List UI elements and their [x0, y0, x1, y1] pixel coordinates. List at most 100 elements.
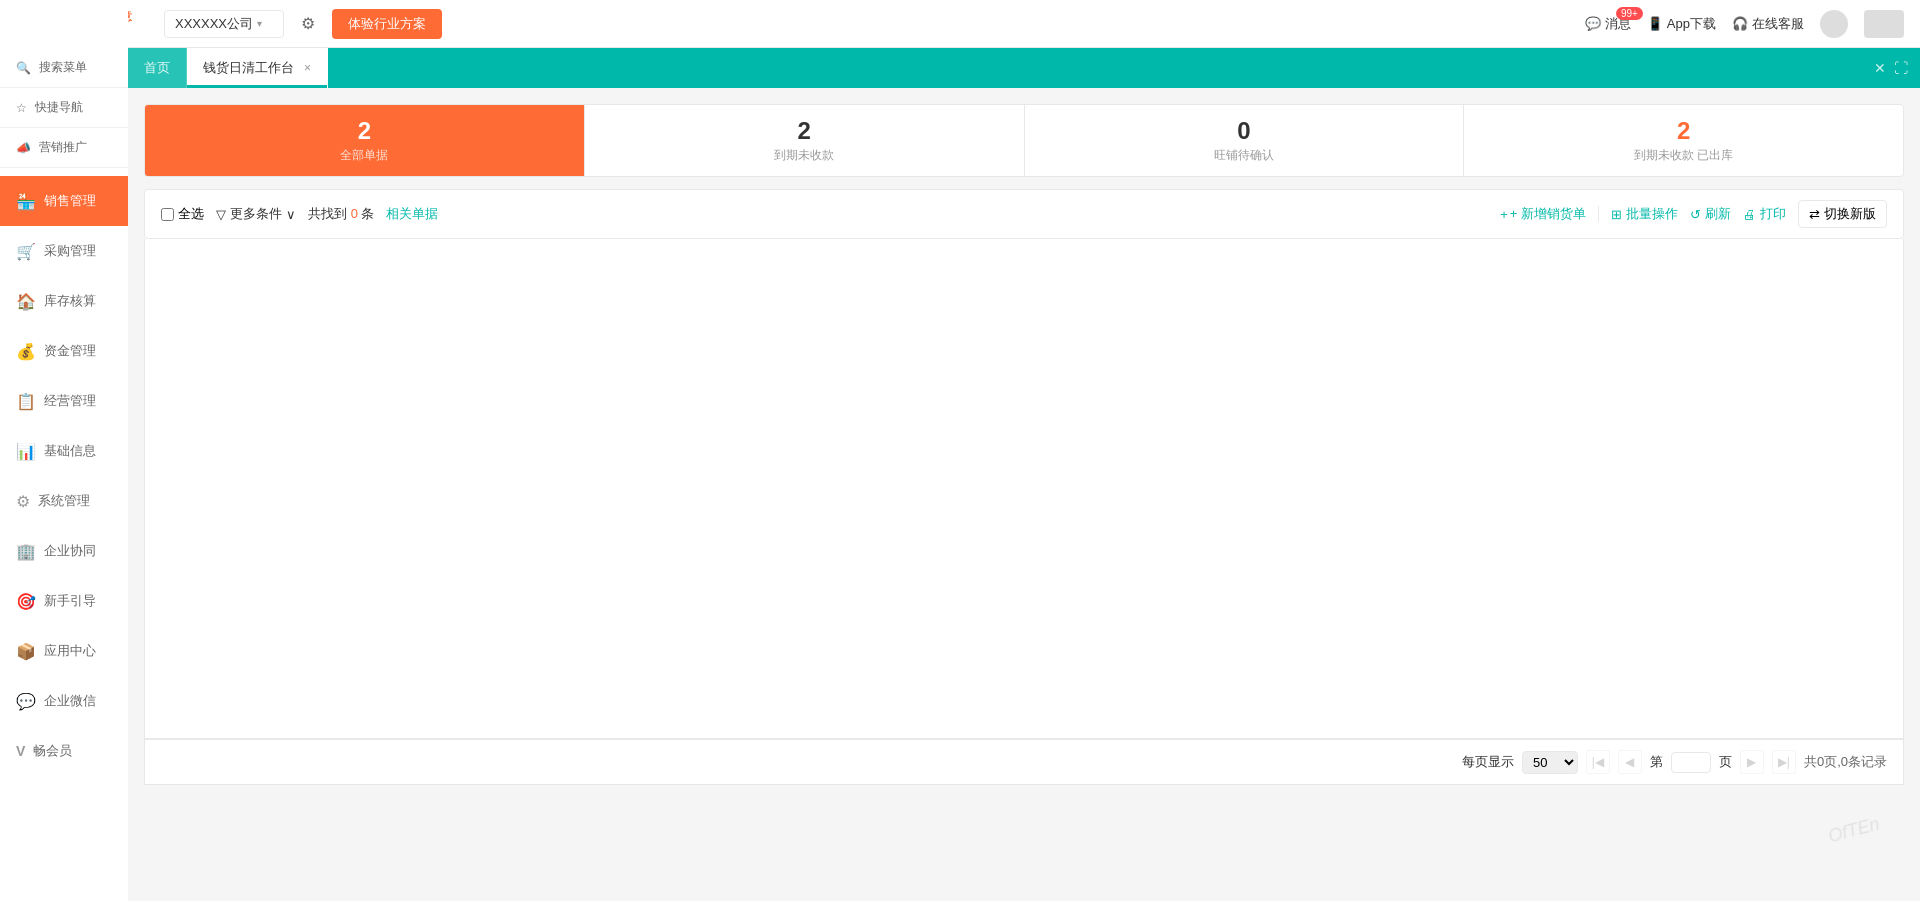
- company-name: XXXXXX公司: [175, 15, 253, 33]
- sidebar-item-system[interactable]: ⚙ 系统管理: [0, 476, 128, 526]
- stat-label-overdue: 到期未收款: [605, 147, 1004, 164]
- sidebar-item-wechat[interactable]: 💬 企业微信: [0, 676, 128, 726]
- purchase-icon: 🛒: [16, 242, 36, 261]
- sidebar-item-inventory[interactable]: 🏠 库存核算: [0, 276, 128, 326]
- add-sale-button[interactable]: + + 新增销货单: [1500, 205, 1586, 223]
- tab-progress-bar: [187, 85, 327, 88]
- operation-icon: 📋: [16, 392, 36, 411]
- member-icon: V: [16, 743, 25, 759]
- related-link[interactable]: 相关单据: [386, 205, 438, 223]
- filter-icon: ▽: [216, 207, 226, 222]
- system-icon: ⚙: [16, 492, 30, 511]
- online-service-action[interactable]: 🎧 在线客服: [1732, 15, 1804, 33]
- tab-bar: 首页 钱货日清工作台 × ✕ ⛶: [128, 48, 1920, 88]
- stats-row: 2 全部单据 2 到期未收款 0 旺铺待确认 2 到期未收款 已出库: [144, 104, 1904, 177]
- marketing-item[interactable]: 📣 营销推广: [0, 128, 128, 168]
- switch-icon: ⇄: [1809, 207, 1820, 222]
- sidebar-item-operation[interactable]: 📋 经营管理: [0, 376, 128, 426]
- tab-controls: ✕ ⛶: [1874, 60, 1920, 76]
- company-selector[interactable]: XXXXXX公司 ▾: [164, 10, 284, 38]
- star-icon: ☆: [16, 101, 27, 115]
- stat-label-all: 全部单据: [165, 147, 564, 164]
- pagination: 每页显示 20 50 100 |◀ ◀ 第 1 页 ▶ ▶| 共0页,0条记录: [144, 739, 1904, 785]
- stat-card-overdue[interactable]: 2 到期未收款: [585, 105, 1025, 176]
- stat-card-wangpu[interactable]: 0 旺铺待确认: [1025, 105, 1465, 176]
- select-all-checkbox[interactable]: 全选: [161, 205, 204, 223]
- sidebar: 🔍 搜索菜单 ☆ 快捷导航 📣 营销推广 🏪 销售管理 🛒 采购管理 🏠 库存核…: [0, 0, 128, 901]
- switch-version-button[interactable]: ⇄ 切换新版: [1798, 200, 1887, 228]
- page-size-label: 每页显示: [1462, 753, 1514, 771]
- inventory-icon: 🏠: [16, 292, 36, 311]
- sidebar-item-sales[interactable]: 🏪 销售管理: [0, 176, 128, 226]
- toolbar-left: 全选 ▽ 更多条件 ∨ 共找到 0 条 相关单据: [161, 205, 438, 223]
- basic-icon: 📊: [16, 442, 36, 461]
- header-middle: XXXXXX公司 ▾ ⚙ 体验行业方案: [144, 8, 1585, 40]
- main-content: 2 全部单据 2 到期未收款 0 旺铺待确认 2 到期未收款 已出库 全选 ▽ …: [128, 88, 1920, 901]
- sidebar-item-purchase[interactable]: 🛒 采购管理: [0, 226, 128, 276]
- print-button[interactable]: 🖨 打印: [1743, 205, 1786, 223]
- sidebar-item-basic[interactable]: 📊 基础信息: [0, 426, 128, 476]
- avatar[interactable]: [1820, 10, 1848, 38]
- settings-button[interactable]: ⚙: [292, 8, 324, 40]
- message-badge: 99+: [1616, 7, 1643, 20]
- page-total-label: 页: [1719, 753, 1732, 771]
- sidebar-item-enterprise[interactable]: 🏢 企业协同: [0, 526, 128, 576]
- search-icon: 🔍: [16, 61, 31, 75]
- wechat-icon: 💬: [16, 692, 36, 711]
- first-page-button[interactable]: |◀: [1586, 750, 1610, 774]
- toolbar-right: + + 新增销货单 ⊞ 批量操作 ↺ 刷新 🖨 打印 ⇄ 切换新版: [1500, 200, 1887, 228]
- top-header: 6 畅捷通好生意 标准版 XXXXXX公司 ▾ ⚙ 体验行业方案 💬 消息 99…: [0, 0, 1920, 48]
- prev-page-button[interactable]: ◀: [1618, 750, 1642, 774]
- found-count: 0: [351, 206, 358, 221]
- gear-icon: ⚙: [301, 14, 315, 33]
- experience-btn[interactable]: 体验行业方案: [332, 9, 442, 39]
- batch-op-button[interactable]: ⊞ 批量操作: [1611, 205, 1678, 223]
- page-info: 第: [1650, 753, 1663, 771]
- tab-maximize-button[interactable]: ⛶: [1894, 60, 1908, 76]
- header-right: 💬 消息 99+ 📱 App下载 🎧 在线客服: [1585, 10, 1904, 38]
- refresh-icon: ↺: [1690, 207, 1701, 222]
- total-info: 共0页,0条记录: [1804, 753, 1887, 771]
- stat-card-all[interactable]: 2 全部单据: [145, 105, 585, 176]
- tab-close-window-button[interactable]: ✕: [1874, 60, 1886, 76]
- guide-icon: 🎯: [16, 592, 36, 611]
- page-number-input[interactable]: 1: [1671, 752, 1711, 773]
- chevron-filter-icon: ∨: [286, 207, 296, 222]
- stat-card-unshipped[interactable]: 2 到期未收款 已出库: [1464, 105, 1903, 176]
- found-text: 共找到 0 条: [308, 205, 374, 223]
- search-menu-item[interactable]: 🔍 搜索菜单: [0, 48, 128, 88]
- stat-number-overdue: 2: [605, 117, 1004, 145]
- batch-icon: ⊞: [1611, 207, 1622, 222]
- sidebar-item-guide[interactable]: 🎯 新手引导: [0, 576, 128, 626]
- stat-number-all: 2: [165, 117, 564, 145]
- last-page-button[interactable]: ▶|: [1772, 750, 1796, 774]
- stat-number-unshipped: 2: [1484, 117, 1883, 145]
- chevron-down-icon: ▾: [257, 18, 262, 29]
- sidebar-nav: 🏪 销售管理 🛒 采购管理 🏠 库存核算 💰 资金管理 📋 经营管理 📊 基础信…: [0, 168, 128, 901]
- quick-nav-item[interactable]: ☆ 快捷导航: [0, 88, 128, 128]
- download-icon: 📱: [1647, 16, 1663, 31]
- next-page-button[interactable]: ▶: [1740, 750, 1764, 774]
- sidebar-item-apps[interactable]: 📦 应用中心: [0, 626, 128, 676]
- sidebar-item-finance[interactable]: 💰 资金管理: [0, 326, 128, 376]
- message-action[interactable]: 💬 消息 99+: [1585, 15, 1631, 33]
- stat-label-wangpu: 旺铺待确认: [1045, 147, 1444, 164]
- select-all-input[interactable]: [161, 208, 174, 221]
- refresh-button[interactable]: ↺ 刷新: [1690, 205, 1731, 223]
- stat-label-unshipped: 到期未收款 已出库: [1484, 147, 1883, 164]
- app-download-action[interactable]: 📱 App下载: [1647, 15, 1716, 33]
- apps-icon: 📦: [16, 642, 36, 661]
- table-area: [144, 239, 1904, 739]
- sales-icon: 🏪: [16, 192, 36, 211]
- tab-home[interactable]: 首页: [128, 48, 187, 88]
- tab-close-icon[interactable]: ×: [304, 61, 311, 75]
- user-name-area[interactable]: [1864, 10, 1904, 38]
- toolbar-divider: [1598, 206, 1599, 222]
- filter-button[interactable]: ▽ 更多条件 ∨: [216, 205, 296, 223]
- sidebar-item-member[interactable]: V 畅会员: [0, 726, 128, 776]
- message-icon: 💬: [1585, 16, 1601, 31]
- page-size-select[interactable]: 20 50 100: [1522, 751, 1578, 774]
- enterprise-icon: 🏢: [16, 542, 36, 561]
- marketing-icon: 📣: [16, 141, 31, 155]
- tab-work[interactable]: 钱货日清工作台 ×: [187, 48, 328, 88]
